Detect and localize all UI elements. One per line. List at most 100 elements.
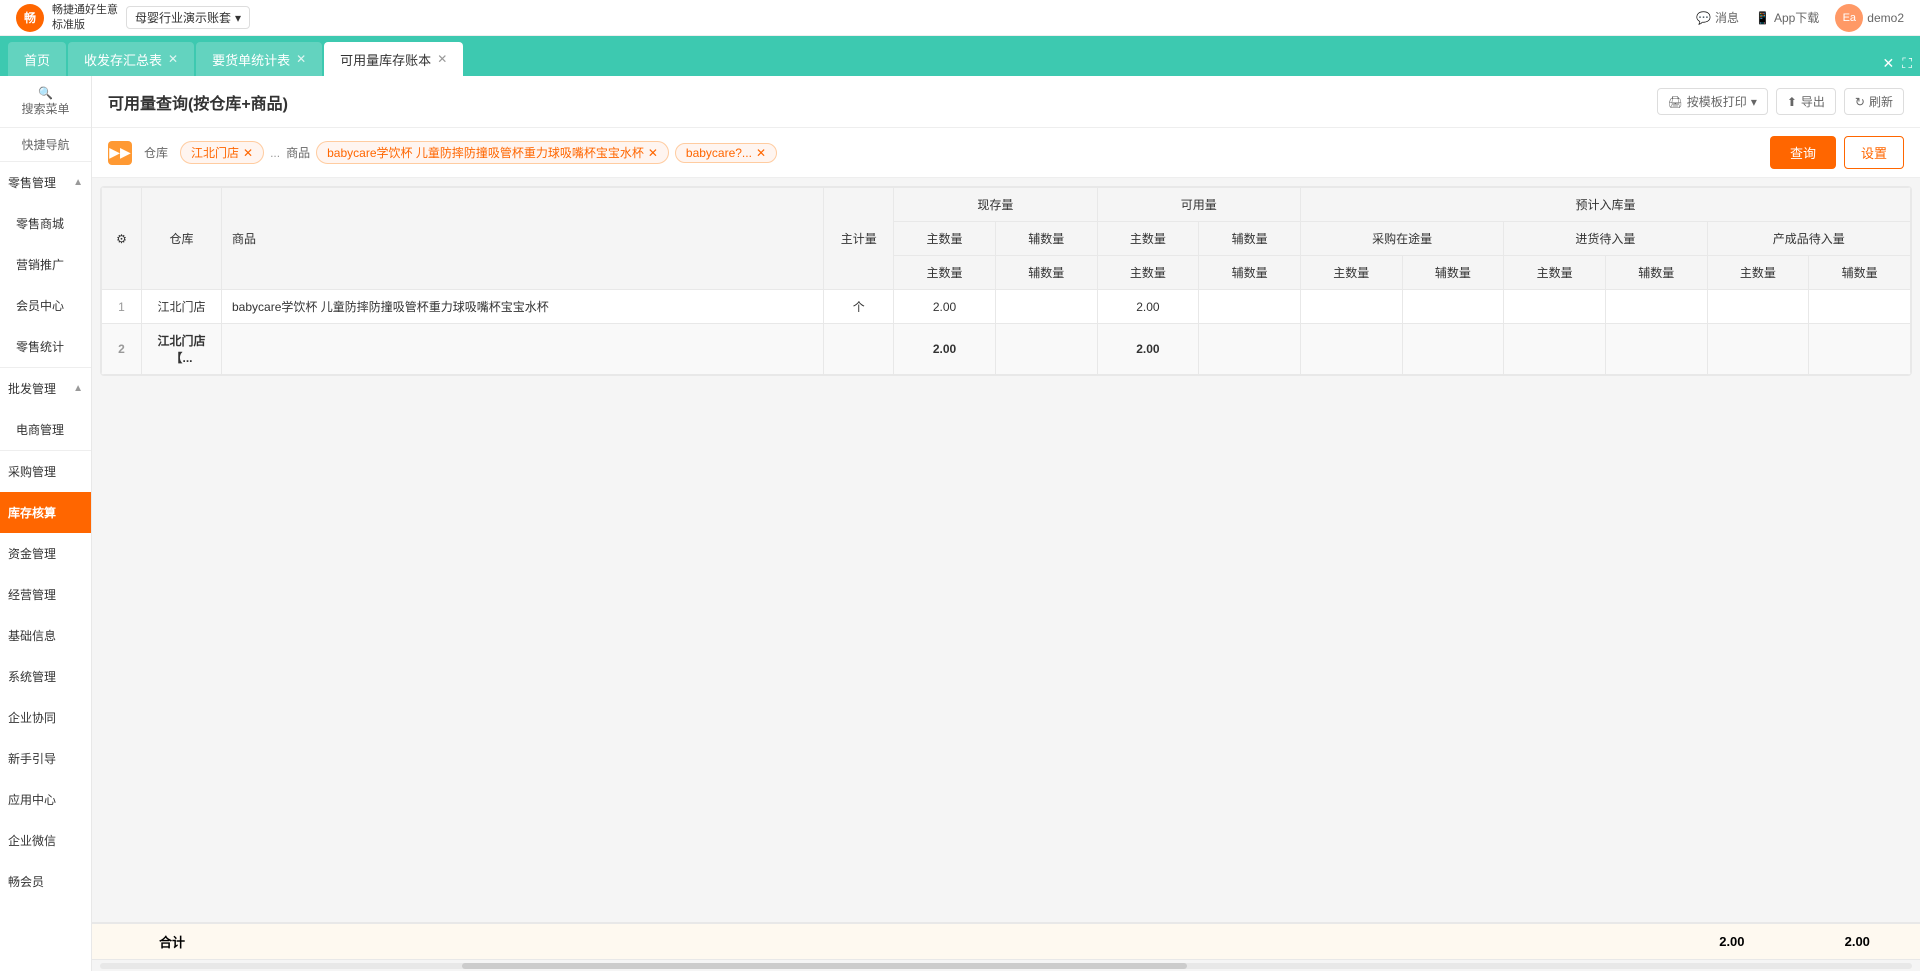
row-product-2 (222, 324, 824, 375)
row-avail-aux-2 (1199, 324, 1301, 375)
product-label: 商品 (286, 144, 310, 161)
sidebar-item-marketing[interactable]: 营销推广 (0, 244, 91, 285)
avail-main-qty-header: 主数量 (1097, 222, 1199, 256)
row-inc-aux-2 (1605, 324, 1707, 375)
table-container: ⚙ 仓库 商品 主计量 现存量 可用量 预计入库量 主数量 辅数量 (92, 186, 1920, 922)
sidebar-item-retail-management[interactable]: 零售管理 ▲ (0, 162, 91, 203)
chevron-icon: ▲ (73, 177, 83, 188)
horizontal-scrollbar[interactable] (92, 959, 1920, 971)
tab-home[interactable]: 首页 (8, 42, 66, 76)
tab-available-stock[interactable]: 可用量库存账本 ✕ (324, 42, 463, 76)
print-icon: 🖨 (1668, 95, 1683, 109)
export-icon: ⬆ (1787, 95, 1797, 109)
row-cur-aux-1 (995, 290, 1097, 324)
industry-select[interactable]: 母婴行业演示账套 ▾ (126, 6, 250, 29)
row-pur-main-2 (1300, 324, 1402, 375)
row-warehouse-1: 江北门店 (142, 290, 222, 324)
current-stock-header: 现存量 (894, 188, 1097, 222)
warehouse-tag[interactable]: 江北门店 ✕ (180, 141, 264, 164)
data-table: ⚙ 仓库 商品 主计量 现存量 可用量 预计入库量 主数量 辅数量 (101, 187, 1911, 375)
settings-button[interactable]: 设置 (1844, 136, 1904, 169)
sidebar-search[interactable]: 🔍 搜索菜单 (0, 76, 91, 128)
product-incoming-header: 产成品待入量 (1707, 222, 1910, 256)
sidebar-item-newbie-guide[interactable]: 新手引导 (0, 738, 91, 779)
app-download-button[interactable]: 📱 App下载 (1755, 9, 1819, 26)
prod-main: 主数量 (1707, 256, 1809, 290)
remove-product-tag-1[interactable]: ✕ (648, 146, 658, 160)
sidebar-section-retail: 零售管理 ▲ 零售商城 营销推广 会员中心 零售统计 (0, 162, 91, 368)
tab-bar-actions: ✕ ⛶ (1882, 55, 1912, 76)
remove-warehouse-tag[interactable]: ✕ (243, 146, 253, 160)
avail-main-sub: 主数量 (1097, 256, 1199, 290)
forecast-in-header: 预计入库量 (1300, 188, 1910, 222)
product-col-header: 商品 (222, 188, 824, 290)
sidebar-item-members[interactable]: 会员中心 (0, 285, 91, 326)
footer-unit-placeholder (1599, 932, 1669, 951)
main-layout: 🔍 搜索菜单 快捷导航 零售管理 ▲ 零售商城 营销推广 会员中心 零售统计 (0, 76, 1920, 971)
footer-row: 合计 2.00 2.00 (92, 932, 1920, 951)
settings-icon: ⚙ (116, 232, 127, 246)
print-button[interactable]: 🖨 按模板打印 ▾ (1657, 88, 1768, 115)
export-button[interactable]: ⬆ 导出 (1776, 88, 1836, 115)
row-warehouse-2: 江北门店【... (142, 324, 222, 375)
pur-aux: 辅数量 (1402, 256, 1504, 290)
settings-col-header[interactable]: ⚙ (102, 188, 142, 290)
more-filters-dots[interactable]: ... (270, 146, 280, 160)
footer-label: 合计 (132, 932, 212, 951)
chevron-down-icon: ▾ (235, 11, 241, 25)
footer-avail-main: 2.00 (1795, 932, 1920, 951)
tab-close-stock-summary[interactable]: ✕ (168, 52, 178, 66)
row-prod-main-1 (1707, 290, 1809, 324)
page-header: 可用量查询(按仓库+商品) 🖨 按模板打印 ▾ ⬆ 导出 ↻ 刷新 (92, 76, 1920, 128)
pur-main: 主数量 (1300, 256, 1402, 290)
sidebar-item-purchase[interactable]: 采购管理 (0, 451, 91, 492)
chevron-down-icon: ▾ (1751, 95, 1757, 109)
sidebar-item-retail-stats[interactable]: 零售统计 (0, 326, 91, 367)
sidebar-section-wholesale: 批发管理 ▲ 电商管理 (0, 368, 91, 451)
product-tag-1[interactable]: babycare学饮杯 儿童防摔防撞吸管杯重力球吸嘴杯宝宝水杯 ✕ (316, 141, 669, 164)
row-pur-aux-1 (1402, 290, 1504, 324)
page-title: 可用量查询(按仓库+商品) (108, 90, 288, 114)
row-prod-aux-2 (1809, 324, 1911, 375)
sidebar-item-retail-mall[interactable]: 零售商城 (0, 203, 91, 244)
row-inc-aux-1 (1605, 290, 1707, 324)
refresh-button[interactable]: ↻ 刷新 (1844, 88, 1904, 115)
tab-close-order-stats[interactable]: ✕ (296, 52, 306, 66)
row-num-1: 1 (102, 290, 142, 324)
sidebar-item-inventory[interactable]: 库存核算 (0, 492, 91, 533)
top-bar-left: 畅 畅捷通好生意 标准版 母婴行业演示账套 ▾ (16, 3, 250, 32)
tab-order-stats[interactable]: 要货单统计表 ✕ (196, 42, 322, 76)
product-tag-2[interactable]: babycare?... ✕ (675, 143, 777, 163)
sidebar-item-member[interactable]: 畅会员 (0, 861, 91, 902)
user-avatar[interactable]: Ea demo2 (1835, 4, 1904, 32)
app-logo: 畅 (16, 4, 44, 32)
row-prod-main-2 (1707, 324, 1809, 375)
warehouse-label: 仓库 (144, 144, 168, 161)
message-button[interactable]: 💬 消息 (1696, 9, 1739, 26)
scrollbar-thumb[interactable] (462, 963, 1187, 969)
sidebar-item-ecommerce[interactable]: 电商管理 (0, 409, 91, 450)
remove-product-tag-2[interactable]: ✕ (756, 146, 766, 160)
row-pur-aux-2 (1402, 324, 1504, 375)
table-row: 1 江北门店 babycare学饮杯 儿童防摔防撞吸管杯重力球吸嘴杯宝宝水杯 个… (102, 290, 1911, 324)
sidebar-item-finance[interactable]: 资金管理 (0, 533, 91, 574)
tab-stock-summary[interactable]: 收发存汇总表 ✕ (68, 42, 194, 76)
row-product-1: babycare学饮杯 儿童防摔防撞吸管杯重力球吸嘴杯宝宝水杯 (222, 290, 824, 324)
sidebar-item-enterprise-collab[interactable]: 企业协同 (0, 697, 91, 738)
sidebar-item-basic-info[interactable]: 基础信息 (0, 615, 91, 656)
close-window-icon[interactable]: ✕ (1882, 55, 1894, 72)
top-bar-right: 💬 消息 📱 App下载 Ea demo2 (1696, 4, 1904, 32)
sidebar-item-app-center[interactable]: 应用中心 (0, 779, 91, 820)
sidebar-quick-nav[interactable]: 快捷导航 (0, 128, 91, 162)
sidebar-item-operations[interactable]: 经营管理 (0, 574, 91, 615)
filter-toggle-button[interactable]: ▶▶ (108, 141, 132, 165)
maximize-icon[interactable]: ⛶ (1902, 55, 1912, 72)
sidebar-item-system[interactable]: 系统管理 (0, 656, 91, 697)
sidebar-item-enterprise-wechat[interactable]: 企业微信 (0, 820, 91, 861)
page-actions: 🖨 按模板打印 ▾ ⬆ 导出 ↻ 刷新 (1657, 88, 1904, 115)
tab-close-available-stock[interactable]: ✕ (437, 52, 447, 66)
query-button[interactable]: 查询 (1770, 136, 1836, 169)
prod-aux: 辅数量 (1809, 256, 1911, 290)
sidebar-item-wholesale-management[interactable]: 批发管理 ▲ (0, 368, 91, 409)
row-avail-main-1: 2.00 (1097, 290, 1199, 324)
